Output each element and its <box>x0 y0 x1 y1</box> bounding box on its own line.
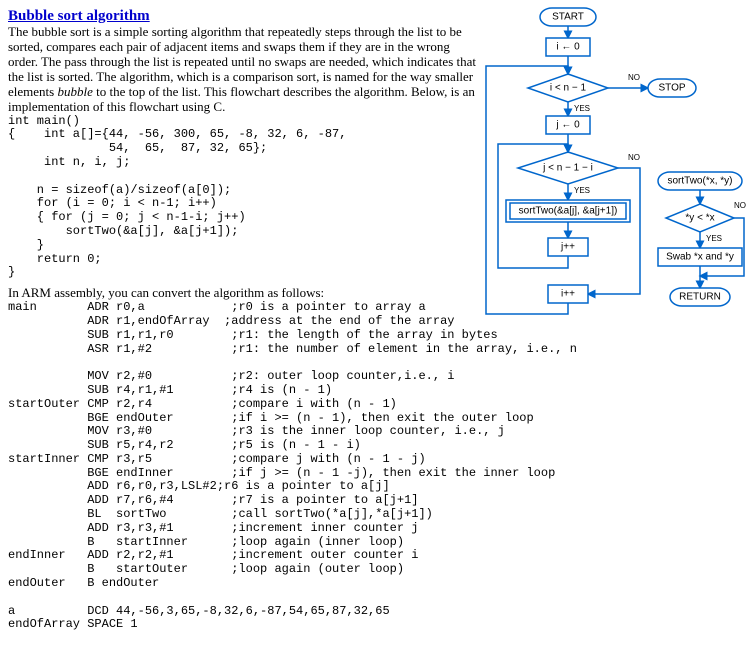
swap-label: Swab *x and *y <box>666 252 734 263</box>
yes-3: YES <box>706 234 722 243</box>
call-label: sortTwo(&a[j], &a[j+1]) <box>519 206 618 217</box>
intro-paragraph: The bubble sort is a simple sorting algo… <box>8 25 478 115</box>
start-label: START <box>552 12 584 23</box>
yes-1: YES <box>574 104 590 113</box>
flowchart: START i ← 0 i < n − 1 YES NO STOP j ← 0 … <box>478 4 746 404</box>
jpp-label: j++ <box>560 242 575 253</box>
icond-label: i < n − 1 <box>550 83 587 94</box>
i0-label: i ← 0 <box>556 42 580 53</box>
page-title: Bubble sort algorithm <box>8 8 478 25</box>
no-1: NO <box>628 73 640 82</box>
return-label: RETURN <box>679 292 721 303</box>
yes-2: YES <box>574 186 590 195</box>
no-3: NO <box>734 201 746 210</box>
j0-label: j ← 0 <box>555 120 580 131</box>
stop-label: STOP <box>658 83 685 94</box>
ycond-label: *y < *x <box>685 213 714 224</box>
no-2: NO <box>628 153 640 162</box>
sorttwo-label: sortTwo(*x, *y) <box>667 176 732 187</box>
ipp-label: i++ <box>561 289 575 300</box>
c-code-block: int main() { int a[]={44, -56, 300, 65, … <box>8 115 478 281</box>
jcond-label: j < n − 1 − i <box>542 163 593 174</box>
para-bubble-italic: bubble <box>57 84 92 99</box>
